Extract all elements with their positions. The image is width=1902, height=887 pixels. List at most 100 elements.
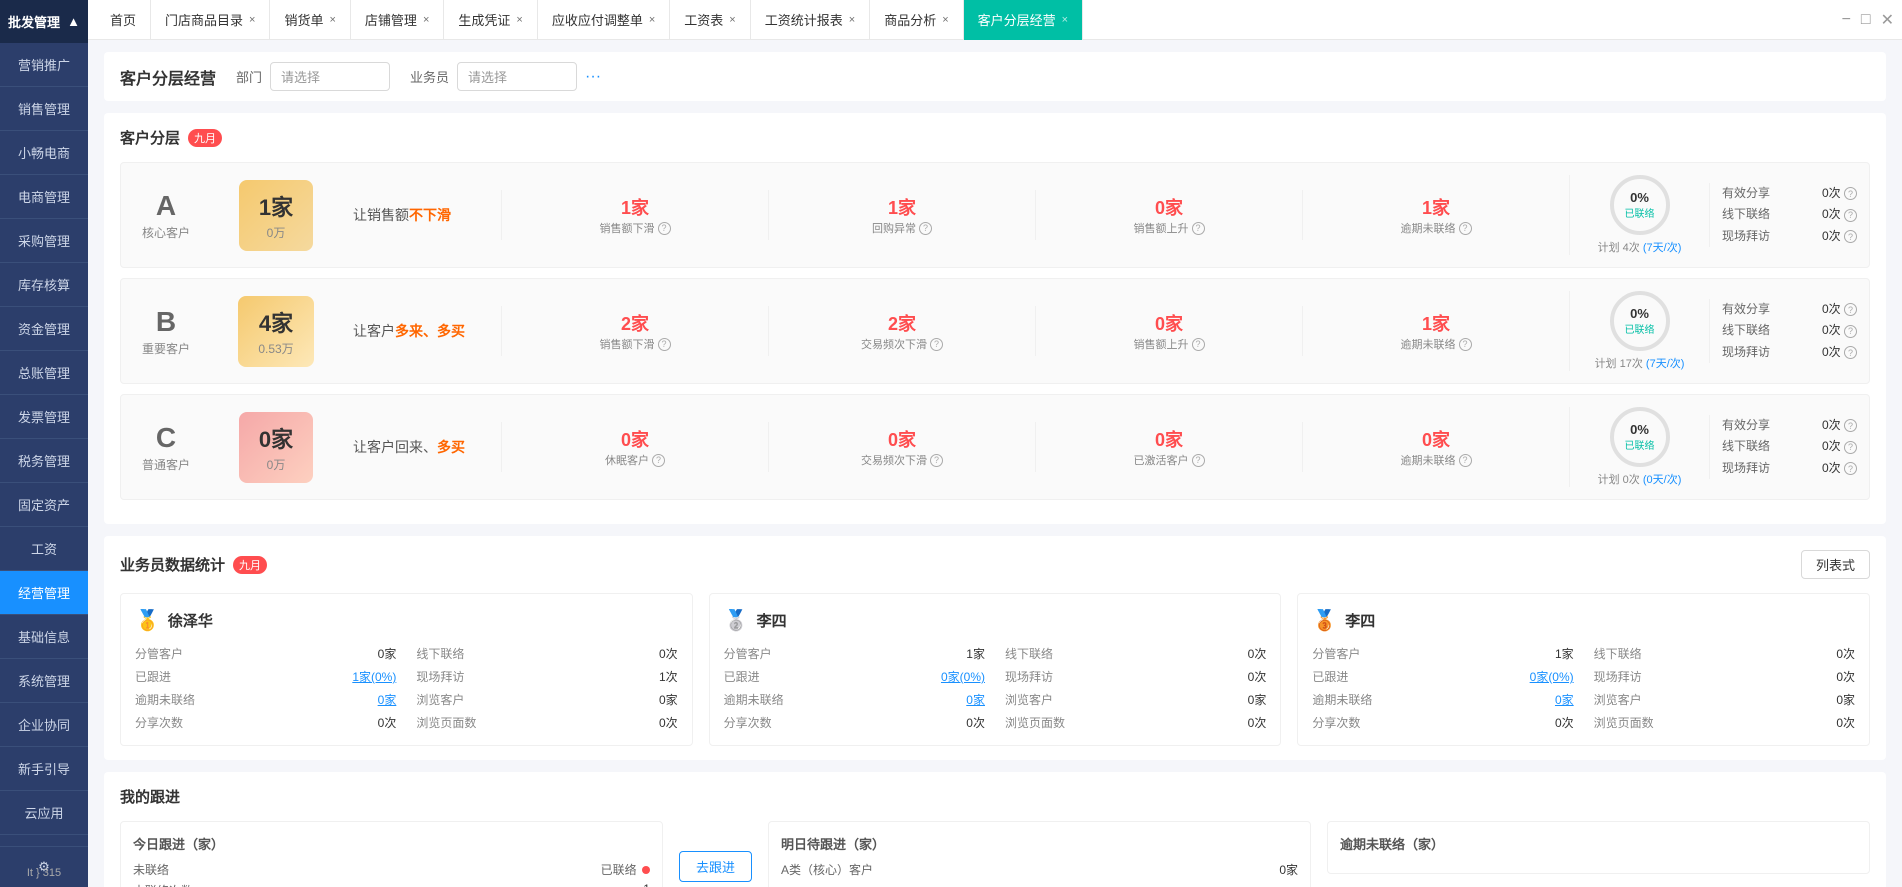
tab-close-btn-客户分层经营[interactable]: × [1062,14,1068,26]
sidebar-item-小畅电商[interactable]: 小畅电商 [0,131,88,175]
contact-circle: 0% 已联络 [1610,407,1670,467]
tab-商品分析[interactable]: 商品分析× [870,0,963,40]
tab-销货单[interactable]: 销货单× [270,0,350,40]
dept-select[interactable]: 请选择 [270,62,390,91]
tier-stats-B: 2家 销售额下滑 ? 2家 交易频次下滑 ? 0家 销售额上升 ? 1家 逾期未… [501,306,1569,356]
sidebar-header[interactable]: 批发管理 ▲ [0,0,88,43]
sidebar-item-资金管理[interactable]: 资金管理 [0,307,88,351]
sidebar-item-营销推广[interactable]: 营销推广 [0,43,88,87]
sidebar-item-发票管理[interactable]: 发票管理 [0,395,88,439]
bottom-text: It } 315 [0,867,88,879]
tier-stat-item: 0家 销售额上升 ? [1035,306,1302,356]
sidebar-toggle-icon[interactable]: ▲ [67,14,80,29]
sidebar-item-销售管理[interactable]: 销售管理 [0,87,88,131]
goto-follow-button[interactable]: 去跟进 [679,851,752,882]
tab-bar: 首页门店商品目录×销货单×店铺管理×生成凭证×应收应付调整单×工资表×工资统计报… [88,0,1902,40]
sidebar-item-经营管理[interactable]: 经营管理 [0,571,88,615]
sidebar-item-企业协同[interactable]: 企业协同 [0,703,88,747]
tab-close-btn-店铺管理[interactable]: × [423,14,429,26]
customer-month-badge: 九月 [188,129,222,147]
tab-minimize-icon[interactable]: − [1842,11,1851,29]
tab-close-btn-门店商品目录[interactable]: × [249,14,255,26]
staff-card-header: 🥉 李四 [1312,608,1855,633]
tomorrow-follow-title: 明日待跟进（家） [781,834,1298,853]
sidebar-item-电商管理[interactable]: 电商管理 [0,175,88,219]
staff-stats-grid: 分管客户 1家 线下联络 0次 已跟进 0家(0%) 现场拜访 0次 逾期未联络… [1312,645,1855,731]
tab-close-btn-商品分析[interactable]: × [942,14,948,26]
overdue-follow-title: 逾期未联络（家） [1340,834,1857,853]
sidebar-item-固定资产[interactable]: 固定资产 [0,483,88,527]
staff-stat-row: 浏览客户 0家 [1594,691,1855,708]
sidebar-item-总账管理[interactable]: 总账管理 [0,351,88,395]
staff-cards: 🥇 徐泽华 分管客户 0家 线下联络 0次 已跟进 1家(0%) 现场拜访 1次… [120,593,1870,746]
staff-stat-row: 分管客户 1家 [1312,645,1573,662]
tier-label-B: B 重要客户 [121,306,211,357]
list-view-button[interactable]: 列表式 [1801,550,1870,579]
today-follow-row1: 未联络 已联络 [133,861,650,878]
sidebar-item-云应用[interactable]: 云应用 [0,791,88,835]
sidebar-item-采购管理[interactable]: 采购管理 [0,219,88,263]
staff-medal-icon: 🥉 [1312,608,1337,633]
tier-stat-item: 1家 逾期未联络 ? [1302,190,1569,240]
staff-stat-row: 逾期未联络 0家 [724,691,985,708]
sidebar-item-税务管理[interactable]: 税务管理 [0,439,88,483]
tab-close-icon[interactable]: ✕ [1881,10,1894,30]
staff-stat-row: 浏览页面数 0次 [1594,714,1855,731]
staff-card-李四: 🥈 李四 分管客户 1家 线下联络 0次 已跟进 0家(0%) 现场拜访 0次 … [709,593,1282,746]
today-follow-card: 今日跟进（家） 未联络 已联络 未联络次数 1 [120,821,663,887]
biz-title: 业务员数据统计 [120,554,225,575]
sidebar-item-新手引导[interactable]: 新手引导 [0,747,88,791]
tab-工资统计报表[interactable]: 工资统计报表× [751,0,870,40]
sidebar-item-库存核算[interactable]: 库存核算 [0,263,88,307]
tier-contact-C: 0% 已联络 计划 0次 (0天/次) [1569,407,1709,487]
page-title: 客户分层经营 [120,65,216,89]
more-options-icon[interactable]: ··· [585,68,601,86]
tab-门店商品目录[interactable]: 门店商品目录× [151,0,270,40]
tier-stat-item: 1家 回购异常 ? [768,190,1035,240]
tier-slogan-A: 让销售额不下滑 [341,205,501,225]
follow-header: 我的跟进 [120,786,1870,807]
staff-stat-row: 分享次数 0次 [135,714,396,731]
sidebar-item-工资[interactable]: 工资 [0,527,88,571]
staff-stats-grid: 分管客户 1家 线下联络 0次 已跟进 0家(0%) 现场拜访 0次 逾期未联络… [724,645,1267,731]
sidebar-item-基础信息[interactable]: 基础信息 [0,615,88,659]
sidebar-item-系统管理[interactable]: 系统管理 [0,659,88,703]
staff-stats-grid: 分管客户 0家 线下联络 0次 已跟进 1家(0%) 现场拜访 1次 逾期未联络… [135,645,678,731]
tier-right-stats-C: 有效分享 0次 ? 线下联络 0次 ? 现场拜访 0次 ? [1709,415,1869,480]
staff-select[interactable]: 请选择 [457,62,577,91]
staff-stat-row: 逾期未联络 0家 [1312,691,1573,708]
biz-header-left: 业务员数据统计 九月 [120,554,267,575]
tab-店铺管理[interactable]: 店铺管理× [351,0,444,40]
contact-circle: 0% 已联络 [1610,175,1670,235]
tab-工资表[interactable]: 工资表× [670,0,750,40]
tab-应收应付调整单[interactable]: 应收应付调整单× [538,0,670,40]
contact-circle: 0% 已联络 [1610,291,1670,351]
staff-stat-row: 已跟进 0家(0%) [724,668,985,685]
tab-maximize-icon[interactable]: □ [1861,11,1871,29]
tier-row-C: C 普通客户 0家 0万 让客户回来、多买 0家 休眠客户 ? 0家 交易频次下… [120,394,1870,500]
tier-label-A: A 核心客户 [121,190,211,241]
tab-首页[interactable]: 首页 [96,0,151,40]
sidebar-header-label: 批发管理 [8,12,60,31]
tab-生成凭证[interactable]: 生成凭证× [444,0,537,40]
tier-slogan-B: 让客户多来、多买 [341,321,501,341]
staff-stat-row: 浏览页面数 0次 [416,714,677,731]
tier-stat-item: 0家 销售额上升 ? [1035,190,1302,240]
tab-close-btn-工资表[interactable]: × [729,14,735,26]
tier-row-A: A 核心客户 1家 0万 让销售额不下滑 1家 销售额下滑 ? 1家 回购异常 … [120,162,1870,268]
tab-close-btn-销货单[interactable]: × [329,14,335,26]
tomorrow-follow-row1: A类（核心）客户 0家 [781,861,1298,878]
staff-name: 李四 [1345,610,1375,631]
tier-stat-item: 1家 逾期未联络 ? [1302,306,1569,356]
tab-close-btn-工资统计报表[interactable]: × [849,14,855,26]
staff-stat-row: 已跟进 0家(0%) [1312,668,1573,685]
staff-stat-row: 已跟进 1家(0%) [135,668,396,685]
tab-close-btn-应收应付调整单[interactable]: × [649,14,655,26]
staff-label: 业务员 [410,67,449,86]
tab-close-btn-生成凭证[interactable]: × [516,14,522,26]
follow-title: 我的跟进 [120,786,180,807]
tab-客户分层经营[interactable]: 客户分层经营× [964,0,1083,40]
tier-count-A: 1家 0万 [211,180,341,251]
page-header: 客户分层经营 部门 请选择 业务员 请选择 ··· [104,52,1886,101]
staff-stat-row: 线下联络 0次 [1594,645,1855,662]
